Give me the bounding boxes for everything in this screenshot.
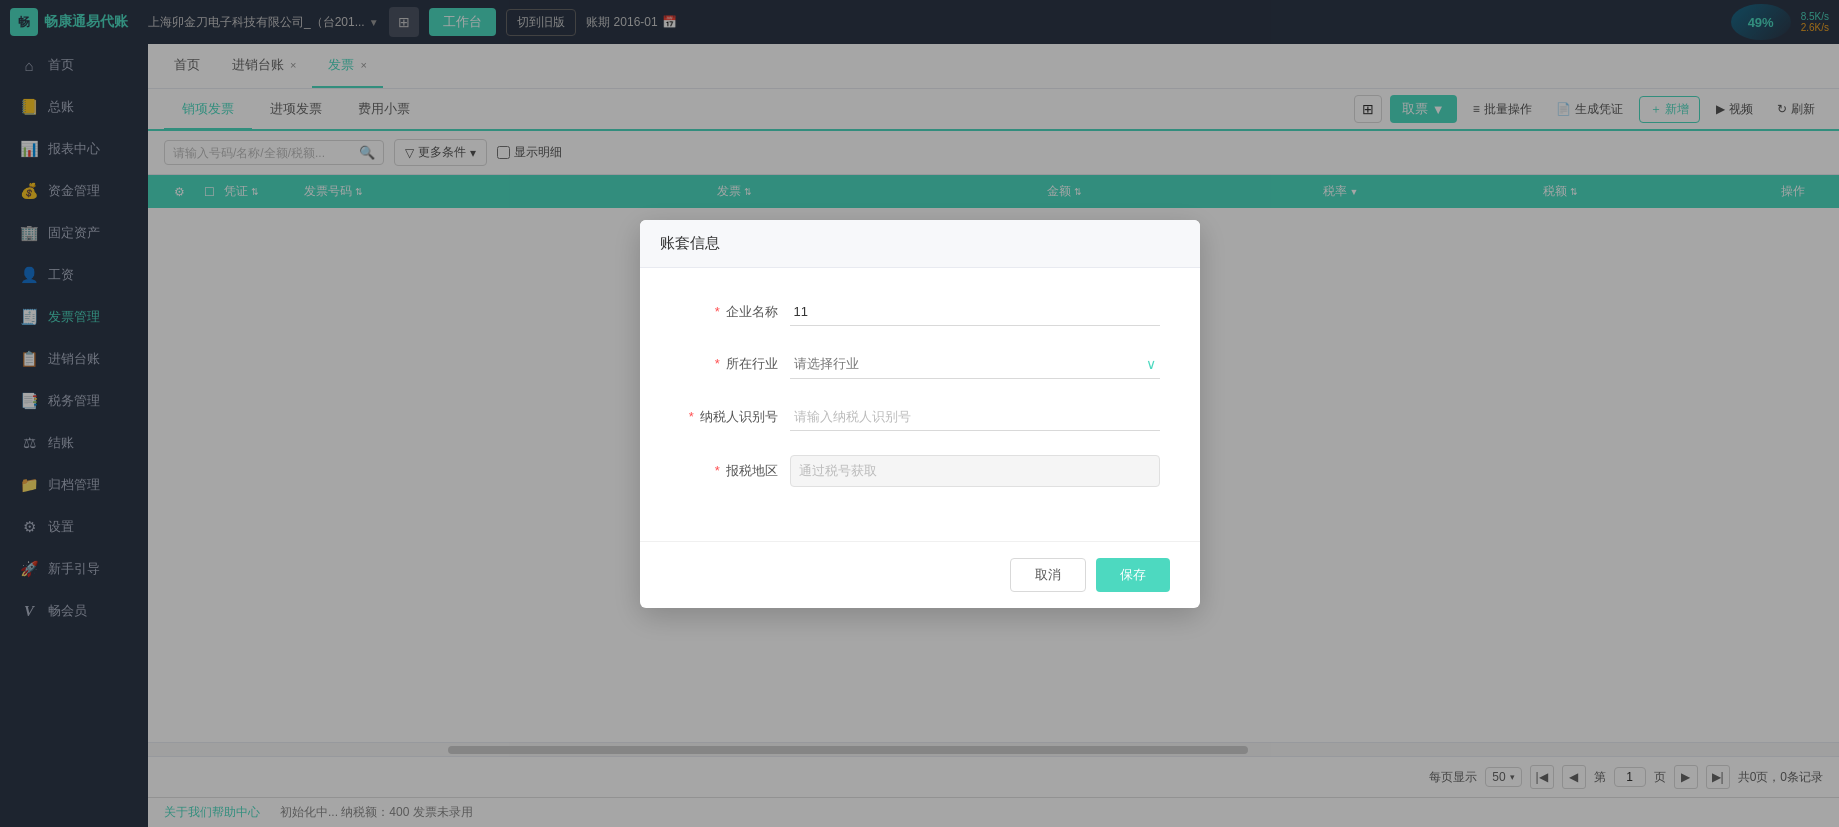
- dialog: 账套信息 * 企业名称 * 所在行业 ∨: [640, 220, 1200, 608]
- dialog-body: * 企业名称 * 所在行业 ∨ * 纳税人识: [640, 268, 1200, 541]
- industry-label-text: 所在行业: [726, 356, 778, 371]
- industry-chevron-icon: ∨: [1146, 356, 1156, 372]
- company-name-input[interactable]: [790, 298, 1160, 326]
- form-row-tax-id: * 纳税人识别号: [680, 403, 1160, 431]
- cancel-button[interactable]: 取消: [1010, 558, 1086, 592]
- form-row-company-name: * 企业名称: [680, 298, 1160, 326]
- tax-id-input[interactable]: [790, 403, 1160, 431]
- form-label-company-name: * 企业名称: [680, 303, 790, 321]
- modal-overlay: 账套信息 * 企业名称 * 所在行业 ∨: [0, 0, 1839, 827]
- required-mark-tax-region: *: [715, 463, 720, 478]
- tax-id-label-text: 纳税人识别号: [700, 409, 778, 424]
- form-row-tax-region: * 报税地区 通过税号获取: [680, 455, 1160, 487]
- save-button[interactable]: 保存: [1096, 558, 1170, 592]
- dialog-header: 账套信息: [640, 220, 1200, 268]
- required-mark-industry: *: [715, 356, 720, 371]
- dialog-title: 账套信息: [660, 234, 720, 251]
- tax-region-disabled-input: 通过税号获取: [790, 455, 1160, 487]
- form-label-tax-id: * 纳税人识别号: [680, 408, 790, 426]
- industry-select-input[interactable]: [794, 356, 1146, 371]
- required-mark: *: [715, 304, 720, 319]
- dialog-footer: 取消 保存: [640, 541, 1200, 608]
- industry-select-wrap[interactable]: ∨: [790, 350, 1160, 379]
- form-label-industry: * 所在行业: [680, 355, 790, 373]
- tax-region-label-text: 报税地区: [726, 463, 778, 478]
- form-label-tax-region: * 报税地区: [680, 462, 790, 480]
- required-mark-tax-id: *: [689, 409, 694, 424]
- company-name-label-text: 企业名称: [726, 304, 778, 319]
- form-row-industry: * 所在行业 ∨: [680, 350, 1160, 379]
